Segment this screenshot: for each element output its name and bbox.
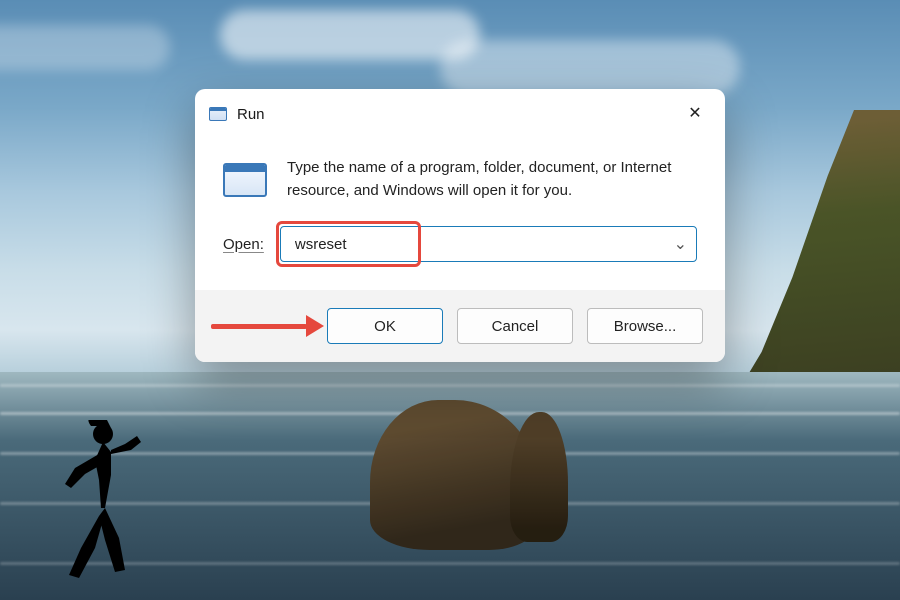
annotation-arrow <box>211 315 324 337</box>
run-icon <box>223 163 267 197</box>
cloud <box>0 25 170 70</box>
instructions-text: Type the name of a program, folder, docu… <box>287 157 697 202</box>
browse-button[interactable]: Browse... <box>587 308 703 344</box>
dialog-body: Type the name of a program, folder, docu… <box>195 135 725 218</box>
button-bar: OK Cancel Browse... <box>195 290 725 362</box>
cloud <box>440 40 740 95</box>
open-label: Open: <box>223 236 264 253</box>
runner-silhouette <box>55 420 145 580</box>
run-dialog: Run ✕ Type the name of a program, folder… <box>195 89 725 362</box>
ok-button[interactable]: OK <box>327 308 443 344</box>
titlebar[interactable]: Run ✕ <box>195 89 725 135</box>
close-icon: ✕ <box>688 106 701 122</box>
open-input[interactable] <box>280 226 697 262</box>
open-row: Open: ⌄ <box>195 218 725 290</box>
cancel-button[interactable]: Cancel <box>457 308 573 344</box>
run-icon <box>209 107 227 121</box>
cloud <box>220 10 480 60</box>
close-button[interactable]: ✕ <box>673 99 717 129</box>
dialog-title: Run <box>237 106 265 123</box>
open-combo: ⌄ <box>280 226 697 262</box>
